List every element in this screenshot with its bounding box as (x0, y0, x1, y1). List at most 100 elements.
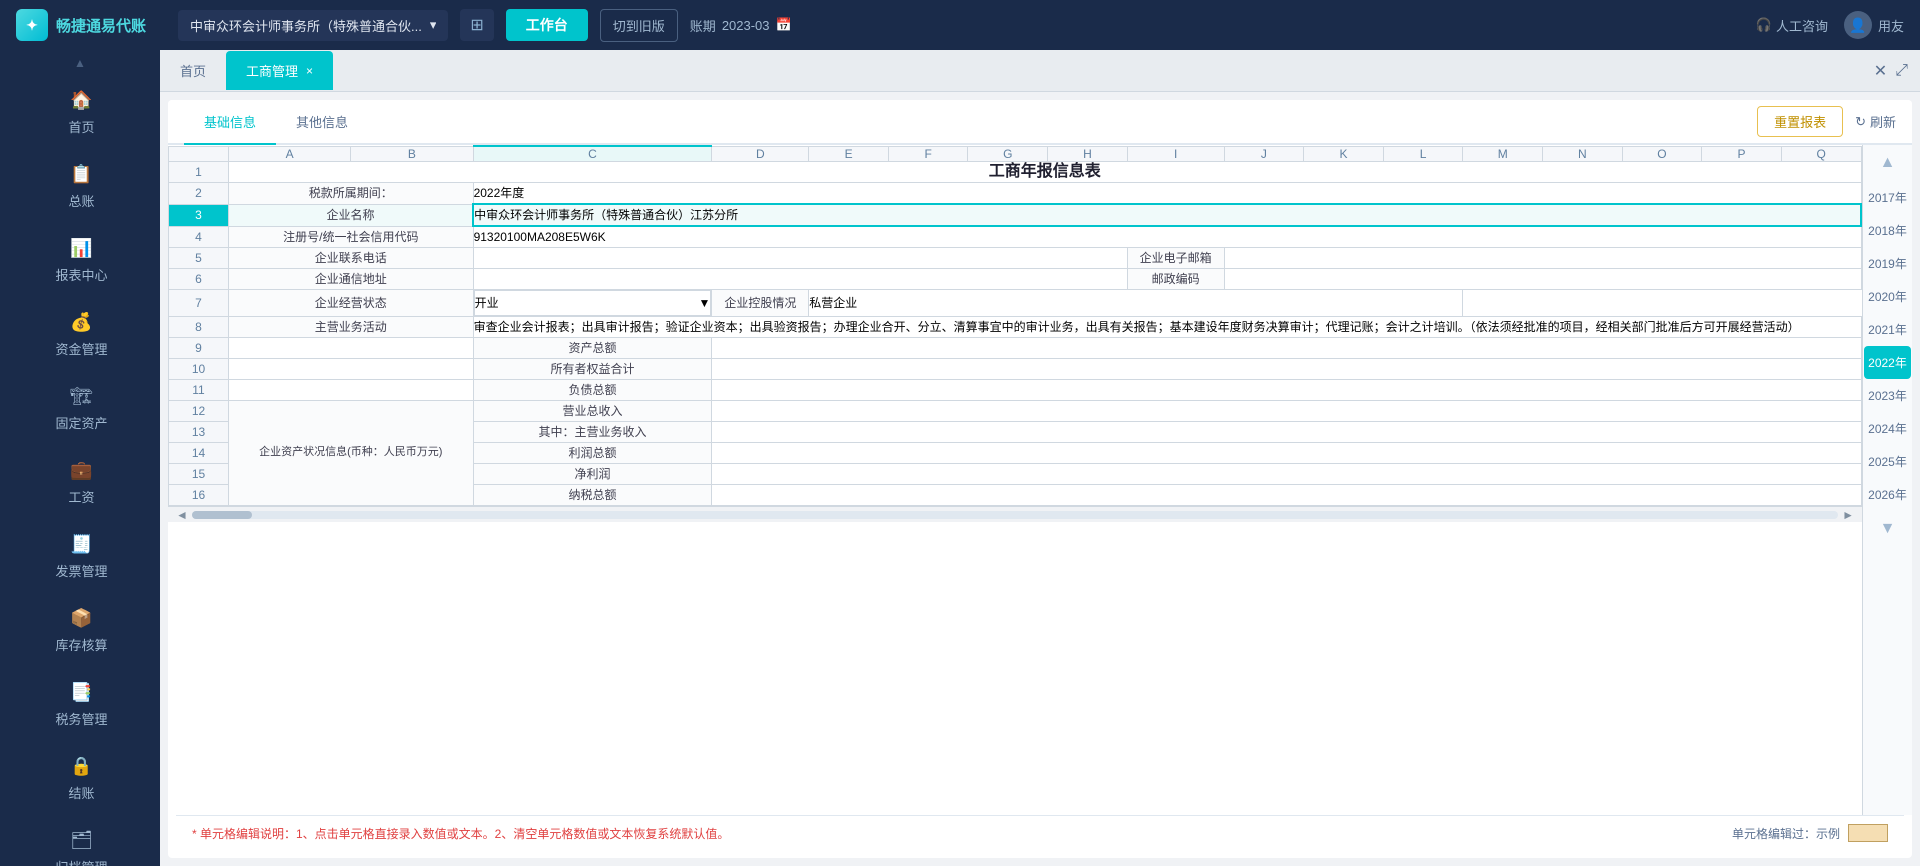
sidebar-scroll-up[interactable]: ▲ (0, 50, 160, 76)
company-selector[interactable]: 中审众环会计师事务所（特殊普通合伙... ▾ (178, 10, 448, 41)
table-row: 12 企业资产状况信息(币种：人民币万元) 营业总收入 (169, 401, 1862, 422)
cell-business-value[interactable]: 审查企业会计报表；出具审计报告；验证企业资本；出具验资报告；办理企业合开、分立、… (473, 317, 1861, 338)
cell-title[interactable]: 工商年报信息表 (229, 162, 1862, 183)
col-header-f[interactable]: F (888, 146, 968, 162)
service-button[interactable]: 🎧 人工咨询 (1756, 16, 1828, 35)
cell-holding-value[interactable]: 私营企业 (809, 290, 1463, 317)
doc-button[interactable]: ⊞ (460, 9, 493, 41)
scroll-track[interactable] (192, 511, 1838, 519)
cell-empty-a9 (229, 338, 474, 359)
sidebar-item-archive[interactable]: 🗂 归档管理 (0, 816, 160, 866)
tab-close-button[interactable]: × (306, 64, 313, 78)
year-2023[interactable]: 2023年 (1864, 379, 1911, 412)
reset-button[interactable]: 重置报表 (1757, 106, 1843, 137)
sidebar-item-close[interactable]: 🔒 结账 (0, 742, 160, 816)
year-2021[interactable]: 2021年 (1864, 313, 1911, 346)
sidebar-item-home[interactable]: 🏠 首页 (0, 76, 160, 150)
cell-profit-value[interactable] (712, 443, 1861, 464)
cell-email-value[interactable] (1224, 248, 1861, 269)
workbench-button[interactable]: 工作台 (506, 9, 588, 41)
tab-business[interactable]: 工商管理 × (226, 51, 333, 90)
col-header-o[interactable]: O (1622, 146, 1702, 162)
user-menu[interactable]: 👤 用友 (1844, 11, 1904, 39)
sidebar-item-tax[interactable]: 📑 税务管理 (0, 668, 160, 742)
close-panel-icon[interactable]: ✕ (1874, 61, 1887, 81)
sidebar-item-report[interactable]: 📊 报表中心 (0, 224, 160, 298)
cell-revenue-value[interactable] (712, 401, 1861, 422)
logo-area: ✦ 畅捷通易代账 (16, 9, 166, 41)
year-2026[interactable]: 2026年 (1864, 478, 1911, 511)
cell-equity-value[interactable] (712, 359, 1861, 380)
year-2019[interactable]: 2019年 (1864, 247, 1911, 280)
sidebar-item-label: 资金管理 (55, 339, 107, 358)
table-row: 9 资产总额 (169, 338, 1862, 359)
cell-reg-value[interactable]: 91320100MA208E5W6K (473, 226, 1861, 248)
row-number: 9 (169, 338, 229, 359)
cell-addr-value[interactable] (473, 269, 1127, 290)
spreadsheet-main[interactable]: A B C D E F G H I J (168, 145, 1862, 815)
old-version-button[interactable]: 切到旧版 (600, 9, 678, 42)
edit-hint: * 单元格编辑说明：1、点击单元格直接录入数值或文本。2、清空单元格数值或文本恢… (192, 825, 729, 842)
year-2018[interactable]: 2018年 (1864, 214, 1911, 247)
sidebar-item-payroll[interactable]: 💼 工资 (0, 446, 160, 520)
cell-status-dropdown[interactable]: 开业▼ (474, 290, 712, 316)
sidebar-item-finance[interactable]: 💰 资金管理 (0, 298, 160, 372)
cell-tax-value[interactable] (712, 485, 1861, 506)
col-header-m[interactable]: M (1463, 146, 1543, 162)
cell-net-profit-value[interactable] (712, 464, 1861, 485)
cell-profit-label: 利润总额 (473, 443, 712, 464)
scroll-thumb[interactable] (192, 511, 252, 519)
cell-assets-value[interactable] (712, 338, 1861, 359)
col-header-p[interactable]: P (1702, 146, 1782, 162)
report-icon: 📊 (70, 238, 92, 259)
cell-main-rev-value[interactable] (712, 422, 1861, 443)
sidebar-item-label: 固定资产 (55, 413, 107, 432)
scroll-left-arrow[interactable]: ◄ (172, 508, 192, 522)
year-2017[interactable]: 2017年 (1864, 181, 1911, 214)
cell-post-value[interactable] (1224, 269, 1861, 290)
col-header-q[interactable]: Q (1781, 146, 1861, 162)
sidebar-item-label: 结账 (68, 783, 94, 802)
col-header-l[interactable]: L (1383, 146, 1463, 162)
tab-basic-info[interactable]: 基础信息 (184, 100, 276, 145)
col-header-c[interactable]: C (473, 146, 712, 162)
cell-liab-value[interactable] (712, 380, 1861, 401)
year-nav-down[interactable]: ▼ (1870, 511, 1906, 547)
tab-home[interactable]: 首页 (160, 51, 226, 90)
sidebar-item-ledger[interactable]: 📋 总账 (0, 150, 160, 224)
calendar-icon[interactable]: 📅 (776, 17, 792, 33)
col-header-n[interactable]: N (1543, 146, 1623, 162)
col-header-g[interactable]: G (968, 146, 1048, 162)
tab-other-info[interactable]: 其他信息 (276, 100, 368, 145)
cell-empty-a11 (229, 380, 474, 401)
sidebar-item-label: 发票管理 (55, 561, 107, 580)
col-header-b[interactable]: B (351, 146, 473, 162)
row-number: 5 (169, 248, 229, 269)
col-header-j[interactable]: J (1224, 146, 1304, 162)
col-header-i[interactable]: I (1127, 146, 1224, 162)
cell-phone-value[interactable] (473, 248, 1127, 269)
year-2024[interactable]: 2024年 (1864, 412, 1911, 445)
year-nav-up[interactable]: ▲ (1870, 145, 1906, 181)
h-scroll-bar[interactable]: ◄ ► (168, 506, 1862, 522)
table-row: 2 税款所属期间： 2022年度 (169, 183, 1862, 205)
col-header-e[interactable]: E (809, 146, 889, 162)
spreadsheet-container: A B C D E F G H I J (168, 145, 1912, 815)
sidebar-item-invoice[interactable]: 🧾 发票管理 (0, 520, 160, 594)
scroll-right-arrow[interactable]: ► (1838, 508, 1858, 522)
cell-company-value[interactable]: 中审众环会计师事务所（特殊普通合伙）江苏分所 (473, 204, 1861, 226)
sheet-table: A B C D E F G H I J (168, 145, 1862, 506)
refresh-button[interactable]: ↻ 刷新 (1855, 112, 1896, 131)
cell-period-value[interactable]: 2022年度 (473, 183, 1861, 205)
col-header-d[interactable]: D (712, 146, 809, 162)
col-header-a[interactable]: A (229, 146, 351, 162)
sidebar-item-inventory[interactable]: 📦 库存核算 (0, 594, 160, 668)
year-2022[interactable]: 2022年 (1864, 346, 1911, 379)
year-2020[interactable]: 2020年 (1864, 280, 1911, 313)
sidebar-item-assets[interactable]: 🏗 固定资产 (0, 372, 160, 446)
year-2025[interactable]: 2025年 (1864, 445, 1911, 478)
col-header-h[interactable]: H (1048, 146, 1128, 162)
expand-icon[interactable]: ⤢ (1895, 62, 1908, 80)
col-header-k[interactable]: K (1304, 146, 1384, 162)
row-number: 2 (169, 183, 229, 205)
